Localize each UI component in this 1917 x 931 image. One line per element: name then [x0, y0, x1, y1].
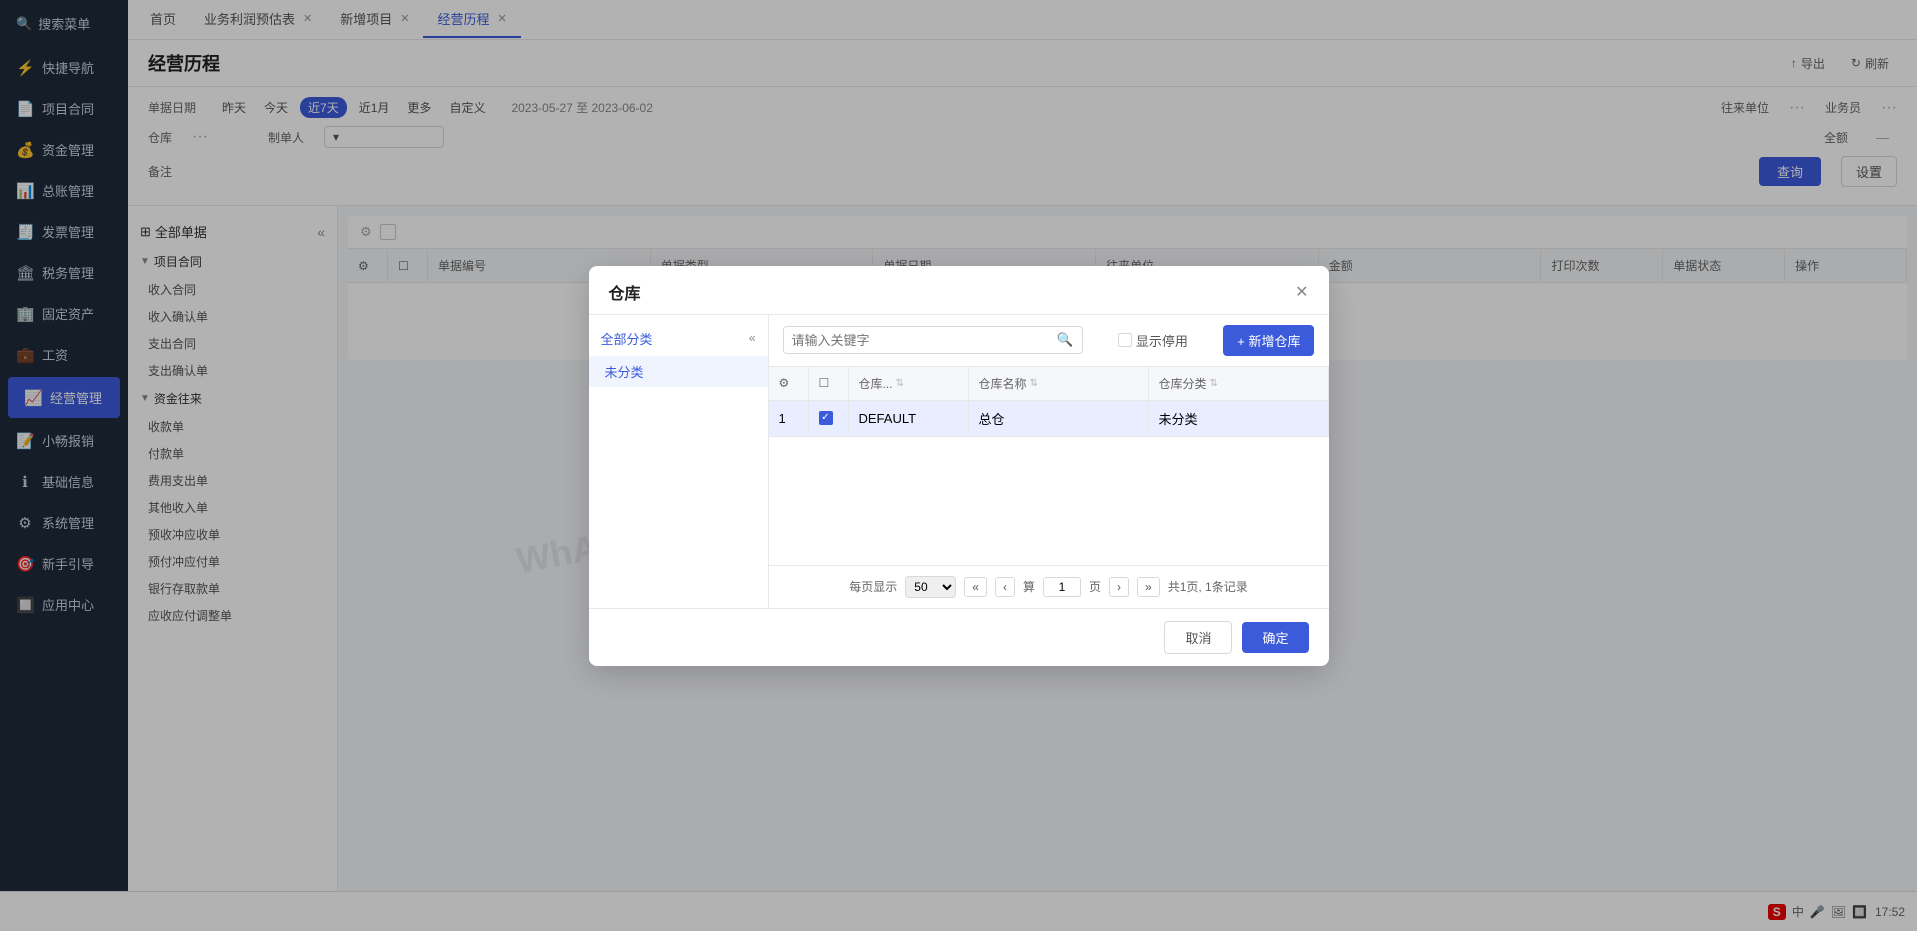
modal-overlay: 仓库 ✕ 全部分类 « 未分类 🔍 [0, 0, 1917, 931]
add-warehouse-button[interactable]: + 新增仓库 [1223, 325, 1314, 356]
dialog-prev-btn[interactable]: ‹ [995, 577, 1015, 597]
dialog-close-button[interactable]: ✕ [1295, 282, 1308, 302]
th-category: 仓库分类 ⇅ [1149, 367, 1329, 400]
dialog-search-box: 🔍 [783, 326, 1083, 354]
dialog-first-btn[interactable]: « [964, 577, 987, 597]
sort-cat-icon: ⇅ [1210, 378, 1218, 389]
dialog-header: 仓库 ✕ [589, 266, 1329, 315]
dialog-body: 全部分类 « 未分类 🔍 显示停用 + 新增仓库 [589, 315, 1329, 608]
th-settings: ⚙ [769, 367, 809, 400]
table-panel: 🔍 显示停用 + 新增仓库 ⚙ ☐ 仓库... ⇅ [769, 315, 1329, 608]
dialog-total-info: 共1页, 1条记录 [1168, 578, 1248, 595]
cell-checkbox[interactable]: ✓ [809, 401, 849, 436]
show-disabled-label: 显示停用 [1136, 331, 1188, 350]
dialog-next-btn[interactable]: › [1109, 577, 1129, 597]
table-row[interactable]: 1 ✓ DEFAULT 总仓 未分类 [769, 401, 1329, 437]
dialog-toolbar: 🔍 显示停用 + 新增仓库 [769, 315, 1329, 366]
dialog-page-suffix: 页 [1089, 578, 1101, 595]
th-name: 仓库名称 ⇅ [969, 367, 1149, 400]
search-icon-button[interactable]: 🔍 [1049, 327, 1082, 353]
show-disabled-toggle[interactable]: 显示停用 [1118, 331, 1188, 350]
search-input[interactable] [784, 328, 1049, 353]
all-categories-label: 全部分类 [601, 329, 653, 348]
dialog-pagination: 每页显示 50 100 « ‹ 算 页 › » 共1页, 1条记录 [769, 565, 1329, 608]
warehouse-dialog: 仓库 ✕ 全部分类 « 未分类 🔍 [589, 266, 1329, 666]
cell-code: DEFAULT [849, 401, 969, 436]
category-panel: 全部分类 « 未分类 [589, 315, 769, 608]
cell-category: 未分类 [1149, 401, 1329, 436]
dialog-page-input[interactable] [1043, 577, 1081, 597]
dialog-title: 仓库 [609, 280, 641, 304]
th-checkbox: ☐ [809, 367, 849, 400]
category-scroll: 未分类 [589, 356, 768, 598]
th-code: 仓库... ⇅ [849, 367, 969, 400]
dialog-table: ⚙ ☐ 仓库... ⇅ 仓库名称 ⇅ 仓库分类 ⇅ [769, 366, 1329, 565]
cell-name: 总仓 [969, 401, 1149, 436]
cancel-button[interactable]: 取消 [1164, 621, 1232, 654]
category-collapse-btn[interactable]: « [749, 331, 756, 345]
sort-code-icon: ⇅ [896, 378, 904, 389]
dialog-footer: 取消 确定 [589, 608, 1329, 666]
dialog-table-header: ⚙ ☐ 仓库... ⇅ 仓库名称 ⇅ 仓库分类 ⇅ [769, 367, 1329, 401]
category-header[interactable]: 全部分类 « [589, 325, 768, 356]
cell-index: 1 [769, 401, 809, 436]
dialog-last-btn[interactable]: » [1137, 577, 1160, 597]
dialog-per-page-select[interactable]: 50 100 [905, 576, 956, 598]
dialog-page-label: 算 [1023, 578, 1035, 595]
dialog-per-page-label: 每页显示 [849, 578, 897, 595]
show-disabled-checkbox[interactable] [1118, 333, 1132, 347]
checked-icon: ✓ [819, 411, 833, 425]
category-item-未分类[interactable]: 未分类 [589, 356, 768, 387]
confirm-button[interactable]: 确定 [1242, 622, 1308, 653]
sort-name-icon: ⇅ [1030, 378, 1038, 389]
